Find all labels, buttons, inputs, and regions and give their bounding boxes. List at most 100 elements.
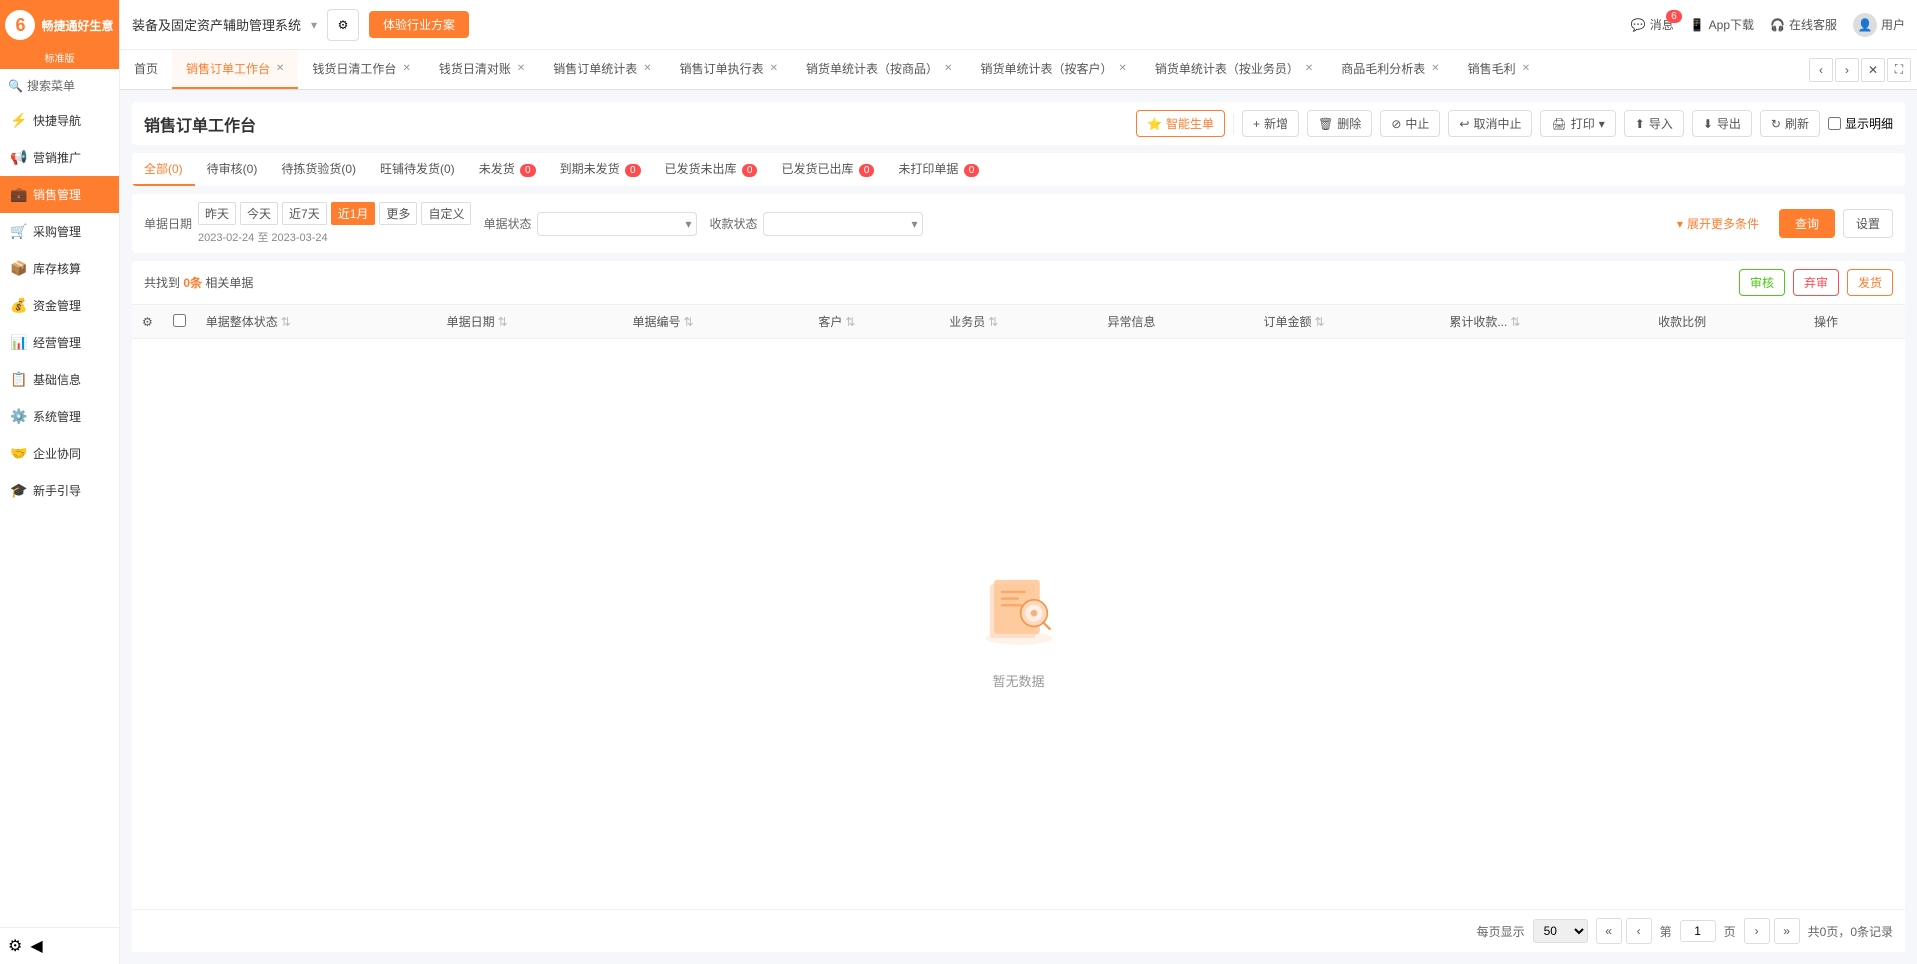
page-number-input[interactable] — [1680, 920, 1716, 942]
sidebar-item-cooperation[interactable]: 🤝 企业协同 — [0, 435, 119, 472]
tab-cargo-stats-staff[interactable]: 销货单统计表（按业务员） ✕ — [1141, 50, 1327, 89]
industry-solution-button[interactable]: 体验行业方案 — [369, 11, 469, 38]
stop-button[interactable]: ⊘ 中止 — [1380, 110, 1440, 137]
col-customer: 客户⇅ — [808, 305, 939, 339]
tab-close-all-btn[interactable]: ✕ — [1861, 58, 1885, 82]
user-menu[interactable]: 👤 用户 — [1853, 13, 1905, 37]
import-button[interactable]: ⬆ 导入 — [1624, 110, 1684, 137]
page-size-select[interactable]: 20 50 100 — [1533, 919, 1588, 943]
select-all-checkbox[interactable] — [173, 314, 186, 327]
ship-button[interactable]: 发货 — [1847, 269, 1893, 296]
user-icon: 👤 — [1853, 13, 1877, 37]
tab-close-icon[interactable]: ✕ — [276, 63, 284, 74]
message-icon-btn[interactable]: 💬 6 消息 — [1631, 16, 1674, 33]
col-status: 单据整体状态⇅ — [196, 305, 437, 339]
sidebar-item-operation[interactable]: 📊 经营管理 — [0, 324, 119, 361]
tab-sales-stats[interactable]: 销售订单统计表 ✕ — [539, 50, 665, 89]
tab-cash-reconcile[interactable]: 钱货日清对账 ✕ — [425, 50, 539, 89]
date-btn-7days[interactable]: 近7天 — [282, 202, 327, 225]
date-btn-1month[interactable]: 近1月 — [331, 202, 376, 225]
sidebar-item-inventory[interactable]: 📦 库存核算 — [0, 250, 119, 287]
sidebar-item-purchase[interactable]: 🛒 采购管理 — [0, 213, 119, 250]
tab-cash-daily[interactable]: 钱货日清工作台 ✕ — [298, 50, 424, 89]
subtab-not-shipped[interactable]: 未发货 0 — [467, 153, 548, 186]
cancel-review-button[interactable]: 弃审 — [1793, 269, 1839, 296]
page-total: 共0页，0条记录 — [1808, 923, 1893, 940]
tab-close-icon[interactable]: ✕ — [517, 63, 525, 74]
first-page-btn[interactable]: « — [1596, 918, 1622, 944]
sort-icon: ⇅ — [498, 315, 508, 329]
add-button[interactable]: + 新增 — [1242, 110, 1299, 137]
subtab-shipped-not-out[interactable]: 已发货未出库 0 — [653, 153, 770, 186]
subtab-expired-not-shipped[interactable]: 到期未发货 0 — [548, 153, 653, 186]
topbar-gear-btn[interactable]: ⚙ — [327, 9, 359, 41]
collapse-icon[interactable]: ◀ — [30, 936, 42, 956]
quick-nav-icon: ⚡ — [11, 113, 27, 129]
set-button[interactable]: 设置 — [1843, 209, 1893, 238]
date-btn-custom[interactable]: 自定义 — [421, 202, 471, 225]
filter-expand-btn[interactable]: ▾ 展开更多条件 — [1677, 215, 1759, 232]
date-btn-yesterday[interactable]: 昨天 — [198, 202, 236, 225]
tab-sales-exec[interactable]: 销售订单执行表 ✕ — [666, 50, 792, 89]
status-label: 单据状态 — [483, 215, 531, 232]
tab-home[interactable]: 首页 — [120, 50, 172, 89]
show-detail-checkbox[interactable]: 显示明细 — [1828, 115, 1893, 132]
tab-close-icon[interactable]: ✕ — [402, 63, 410, 74]
subtab-all[interactable]: 全部(0) — [132, 153, 195, 186]
app-download-btn[interactable]: 📱 App下载 — [1690, 16, 1754, 33]
tab-sales-profit[interactable]: 销售毛利 ✕ — [1454, 50, 1544, 89]
subtab-shipped-out[interactable]: 已发货已出库 0 — [769, 153, 886, 186]
tab-close-icon[interactable]: ✕ — [1522, 63, 1530, 74]
sidebar-item-quick-nav[interactable]: ⚡ 快捷导航 — [0, 102, 119, 139]
sidebar-item-finance[interactable]: 💰 资金管理 — [0, 287, 119, 324]
settings-col-icon[interactable]: ⚙ — [142, 315, 153, 329]
delete-button[interactable]: 🗑 删除 — [1307, 110, 1372, 137]
cancel-stop-button[interactable]: ↩ 取消中止 — [1448, 110, 1532, 137]
tab-close-icon[interactable]: ✕ — [1118, 63, 1126, 74]
table-count: 共找到 0条 相关单据 — [144, 274, 253, 291]
sidebar-item-guide[interactable]: 🎓 新手引导 — [0, 472, 119, 509]
tab-cargo-stats-product[interactable]: 销货单统计表（按商品） ✕ — [792, 50, 966, 89]
smart-create-button[interactable]: ⭐ 智能生单 — [1136, 110, 1225, 137]
date-btn-more[interactable]: 更多 — [379, 202, 417, 225]
tab-scroll-right-btn[interactable]: › — [1835, 58, 1859, 82]
payment-select[interactable] — [763, 212, 923, 236]
tab-sales-workbench[interactable]: 销售订单工作台 ✕ — [172, 50, 298, 89]
subtab-pending-inspect[interactable]: 待拣货验货(0) — [269, 153, 368, 186]
sidebar-item-sales[interactable]: 💼 销售管理 — [0, 176, 119, 213]
tab-fullscreen-btn[interactable]: ⛶ — [1887, 58, 1911, 82]
marketing-icon: 📢 — [11, 150, 27, 166]
sidebar-search[interactable]: 🔍 搜索菜单 — [0, 69, 119, 102]
shipped-out-badge: 0 — [859, 164, 875, 177]
topbar-icons: 💬 6 消息 📱 App下载 🎧 在线客服 👤 用户 — [1631, 13, 1905, 37]
tab-close-icon[interactable]: ✕ — [770, 63, 778, 74]
subtab-not-printed[interactable]: 未打印单据 0 — [886, 153, 991, 186]
tab-gross-margin[interactable]: 商品毛利分析表 ✕ — [1327, 50, 1453, 89]
export-button[interactable]: ⬇ 导出 — [1692, 110, 1752, 137]
show-detail-input[interactable] — [1828, 117, 1841, 130]
tab-cargo-stats-customer[interactable]: 销货单统计表（按客户） ✕ — [966, 50, 1140, 89]
settings-icon[interactable]: ⚙ — [8, 936, 22, 956]
next-page-btn[interactable]: › — [1744, 918, 1770, 944]
status-select[interactable] — [537, 212, 697, 236]
tab-close-icon[interactable]: ✕ — [643, 63, 651, 74]
sidebar-item-basic-info[interactable]: 📋 基础信息 — [0, 361, 119, 398]
subtab-pending-review[interactable]: 待审核(0) — [195, 153, 270, 186]
print-button[interactable]: 🖨 打印 ▾ — [1540, 110, 1615, 137]
last-page-btn[interactable]: » — [1774, 918, 1800, 944]
tab-close-icon[interactable]: ✕ — [1305, 63, 1313, 74]
refresh-button[interactable]: ↻ 刷新 — [1760, 110, 1820, 137]
prev-page-btn[interactable]: ‹ — [1626, 918, 1652, 944]
sidebar-item-marketing[interactable]: 📢 营销推广 — [0, 139, 119, 176]
subtab-wangpu-ship[interactable]: 旺铺待发货(0) — [368, 153, 467, 186]
online-service-btn[interactable]: 🎧 在线客服 — [1770, 16, 1837, 33]
review-button[interactable]: 审核 — [1739, 269, 1785, 296]
query-button[interactable]: 查询 — [1779, 209, 1835, 238]
data-table: ⚙ 单据整体状态⇅ 单据日期⇅ — [132, 305, 1905, 339]
tab-close-icon[interactable]: ✕ — [944, 63, 952, 74]
sidebar-item-system[interactable]: ⚙️ 系统管理 — [0, 398, 119, 435]
tab-scroll-left-btn[interactable]: ‹ — [1809, 58, 1833, 82]
tab-close-icon[interactable]: ✕ — [1431, 63, 1439, 74]
chevron-down-icon[interactable]: ▾ — [311, 18, 317, 32]
date-btn-today[interactable]: 今天 — [240, 202, 278, 225]
